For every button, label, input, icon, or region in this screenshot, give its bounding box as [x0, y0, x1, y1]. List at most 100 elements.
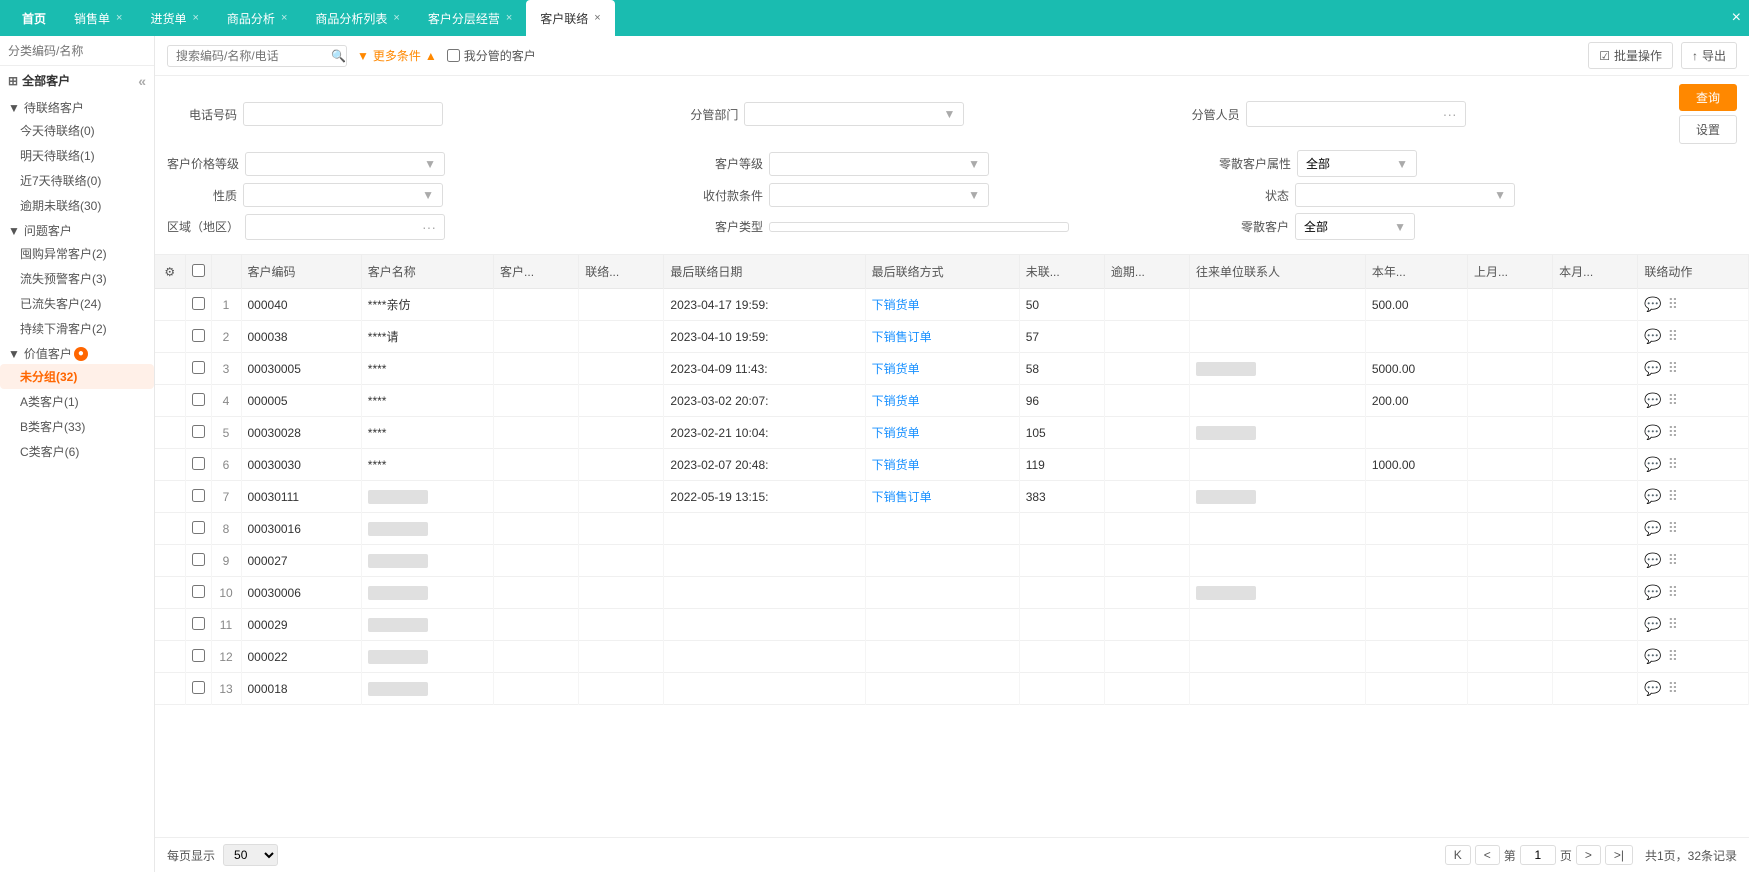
more-action-icon[interactable]: ⠿	[1668, 296, 1678, 313]
sidebar-item-classC[interactable]: C类客户(6)	[0, 439, 154, 464]
td-checkbox[interactable]	[185, 449, 211, 481]
td-checkbox[interactable]	[185, 353, 211, 385]
th-type[interactable]: 客户...	[494, 255, 579, 289]
more-action-icon[interactable]: ⠿	[1668, 456, 1678, 473]
sidebar-item-today[interactable]: 今天待联络(0)	[0, 118, 154, 143]
th-last-way[interactable]: 最后联络方式	[865, 255, 1019, 289]
nav-tab-segment[interactable]: 客户分层经营 ×	[414, 0, 526, 36]
contact-action-icon[interactable]: 💬	[1644, 360, 1661, 377]
sidebar-pending-section[interactable]: ▼ 待联络客户	[0, 95, 154, 118]
more-action-icon[interactable]: ⠿	[1668, 680, 1678, 697]
page-size-select[interactable]: 50 20 100	[223, 844, 278, 866]
area-select[interactable]: ···	[245, 214, 445, 240]
export-btn[interactable]: ↑ 导出	[1681, 42, 1737, 69]
batch-op-btn[interactable]: ☑ 批量操作	[1588, 42, 1673, 69]
last-page-btn[interactable]: >|	[1605, 845, 1633, 865]
contact-action-icon[interactable]: 💬	[1644, 552, 1661, 569]
more-action-icon[interactable]: ⠿	[1668, 360, 1678, 377]
td-checkbox[interactable]	[185, 481, 211, 513]
first-page-btn[interactable]: K	[1445, 845, 1471, 865]
td-checkbox[interactable]	[185, 417, 211, 449]
phone-input[interactable]	[243, 102, 443, 126]
sidebar-item-churned[interactable]: 已流失客户(24)	[0, 291, 154, 316]
nav-tab-analysis-list-close[interactable]: ×	[393, 12, 399, 24]
contact-action-icon[interactable]: 💬	[1644, 680, 1661, 697]
td-checkbox[interactable]	[185, 385, 211, 417]
last-way-link[interactable]: 下销货单	[872, 394, 920, 408]
sidebar-item-hoard[interactable]: 囤购异常客户(2)	[0, 241, 154, 266]
contact-action-icon[interactable]: 💬	[1644, 584, 1661, 601]
row-checkbox[interactable]	[192, 521, 205, 534]
nav-tab-purchase-close[interactable]: ×	[192, 12, 198, 24]
row-checkbox[interactable]	[192, 393, 205, 406]
row-checkbox[interactable]	[192, 617, 205, 630]
td-checkbox[interactable]	[185, 545, 211, 577]
th-code[interactable]: 客户编码	[241, 255, 361, 289]
last-way-link[interactable]: 下销售订单	[872, 330, 932, 344]
th-overdue[interactable]: 逾期...	[1104, 255, 1189, 289]
sidebar-problem-section[interactable]: ▼ 问题客户	[0, 218, 154, 241]
sidebar-item-declining[interactable]: 持续下滑客户(2)	[0, 316, 154, 341]
more-action-icon[interactable]: ⠿	[1668, 616, 1678, 633]
sidebar-item-tomorrow[interactable]: 明天待联络(1)	[0, 143, 154, 168]
nav-tab-segment-close[interactable]: ×	[506, 12, 512, 24]
th-not-contacted[interactable]: 未联...	[1019, 255, 1104, 289]
manager-more-btn[interactable]: ···	[1443, 106, 1457, 122]
next-page-btn[interactable]: >	[1576, 845, 1601, 865]
search-input[interactable]	[176, 49, 331, 63]
contact-action-icon[interactable]: 💬	[1644, 328, 1661, 345]
more-action-icon[interactable]: ⠿	[1668, 424, 1678, 441]
td-checkbox[interactable]	[185, 289, 211, 321]
contact-action-icon[interactable]: 💬	[1644, 520, 1661, 537]
my-customers-check[interactable]	[447, 49, 460, 62]
th-last-date[interactable]: 最后联络日期	[664, 255, 865, 289]
row-checkbox[interactable]	[192, 489, 205, 502]
td-checkbox[interactable]	[185, 321, 211, 353]
retail-attr-select[interactable]: 全部 ▼	[1297, 150, 1417, 177]
td-checkbox[interactable]	[185, 577, 211, 609]
price-grade-select[interactable]: ▼	[245, 152, 445, 176]
row-checkbox[interactable]	[192, 649, 205, 662]
th-checkbox[interactable]	[185, 255, 211, 289]
contact-action-icon[interactable]: 💬	[1644, 392, 1661, 409]
nav-tab-sales[interactable]: 销售单 ×	[60, 0, 136, 36]
row-checkbox[interactable]	[192, 329, 205, 342]
nav-tab-sales-close[interactable]: ×	[116, 12, 122, 24]
dept-select[interactable]: ▼	[744, 102, 964, 126]
th-company-contact[interactable]: 往来单位联系人	[1190, 255, 1366, 289]
query-btn[interactable]: 查询	[1679, 84, 1737, 111]
sidebar-item-churn-warn[interactable]: 流失预警客户(3)	[0, 266, 154, 291]
area-more-btn[interactable]: ···	[422, 219, 436, 235]
contact-action-icon[interactable]: 💬	[1644, 488, 1661, 505]
nav-tab-analysis[interactable]: 商品分析 ×	[213, 0, 301, 36]
sidebar-score-section[interactable]: ▼ 价值客户 ●	[0, 341, 154, 364]
reset-btn[interactable]: 设置	[1679, 115, 1737, 144]
more-conditions-btn[interactable]: ▼ 更多条件 ▲	[357, 47, 437, 64]
page-input[interactable]	[1520, 845, 1556, 865]
sidebar-item-overdue[interactable]: 逾期未联络(30)	[0, 193, 154, 218]
more-action-icon[interactable]: ⠿	[1668, 584, 1678, 601]
customer-type-select[interactable]	[769, 222, 1069, 232]
th-settings[interactable]: ⚙	[155, 255, 185, 289]
nav-tab-purchase[interactable]: 进货单 ×	[136, 0, 212, 36]
last-way-link[interactable]: 下销货单	[872, 298, 920, 312]
row-checkbox[interactable]	[192, 457, 205, 470]
row-checkbox[interactable]	[192, 297, 205, 310]
sidebar-search-input[interactable]	[8, 44, 155, 58]
contact-action-icon[interactable]: 💬	[1644, 456, 1661, 473]
more-action-icon[interactable]: ⠿	[1668, 520, 1678, 537]
sidebar-item-ungroup[interactable]: 未分组(32)	[0, 364, 154, 389]
sidebar-collapse-btn[interactable]: «	[138, 73, 146, 89]
contact-action-icon[interactable]: 💬	[1644, 616, 1661, 633]
select-all-checkbox[interactable]	[192, 264, 205, 277]
td-checkbox[interactable]	[185, 641, 211, 673]
customer-grade-select[interactable]: ▼	[769, 152, 989, 176]
last-way-link[interactable]: 下销货单	[872, 426, 920, 440]
status-select[interactable]: ▼	[1295, 183, 1515, 207]
more-action-icon[interactable]: ⠿	[1668, 392, 1678, 409]
contact-action-icon[interactable]: 💬	[1644, 648, 1661, 665]
manager-select[interactable]: ···	[1246, 101, 1466, 127]
th-last-month[interactable]: 上月...	[1467, 255, 1552, 289]
nav-tab-contact-close[interactable]: ×	[594, 12, 600, 24]
nav-close-btn[interactable]: ×	[1732, 9, 1741, 27]
